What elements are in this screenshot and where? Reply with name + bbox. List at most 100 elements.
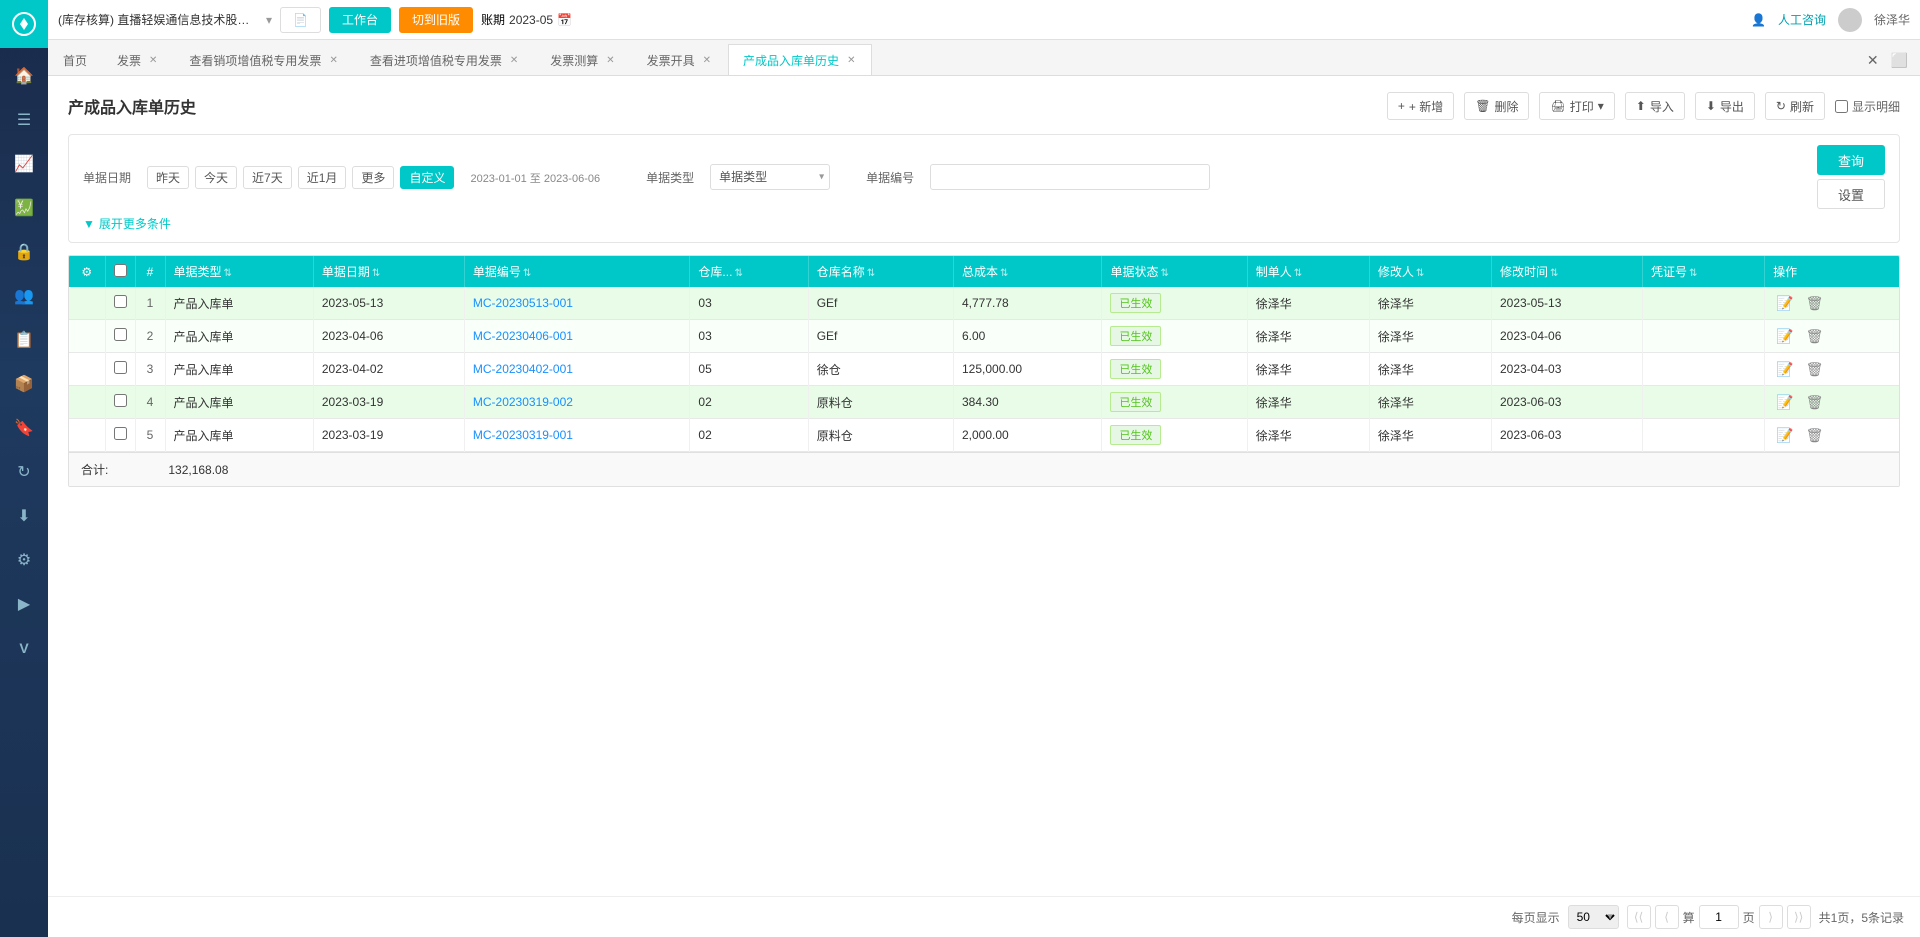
delete-row-icon[interactable]: 🗑 bbox=[1803, 294, 1827, 313]
sidebar-item-v[interactable]: V bbox=[0, 626, 48, 670]
tab-invoice-calc[interactable]: 发票测算 ✕ bbox=[535, 44, 631, 76]
col-warehouse-code[interactable]: 仓库...⇅ bbox=[690, 256, 808, 287]
set-button[interactable]: 设置 bbox=[1817, 179, 1885, 209]
date-7days-btn[interactable]: 近7天 bbox=[243, 166, 292, 189]
prev-page-btn[interactable]: ⟨ bbox=[1655, 905, 1679, 929]
row-checkbox[interactable] bbox=[114, 427, 127, 440]
calendar-icon[interactable]: 📅 bbox=[557, 13, 572, 27]
doc-template-button[interactable]: 📄 bbox=[280, 7, 321, 33]
tab-sales-vat-close[interactable]: ✕ bbox=[327, 54, 339, 67]
tab-invoice-open-close[interactable]: ✕ bbox=[701, 54, 713, 67]
col-warehouse-name[interactable]: 仓库名称⇅ bbox=[808, 256, 953, 287]
number-input[interactable] bbox=[930, 164, 1210, 190]
tab-expand-icon[interactable]: ⬜ bbox=[1887, 50, 1912, 71]
sidebar-item-list[interactable]: ☰ bbox=[0, 98, 48, 142]
table-row[interactable]: 2 产品入库单 2023-04-06 MC-20230406-001 03 GE… bbox=[69, 320, 1899, 353]
workbench-button[interactable]: 工作台 bbox=[329, 7, 391, 33]
col-modify-time[interactable]: 修改时间⇅ bbox=[1491, 256, 1642, 287]
row-number-cell[interactable]: MC-20230319-002 bbox=[464, 386, 690, 419]
tab-sales-vat[interactable]: 查看销项增值税专用发票 ✕ bbox=[174, 44, 354, 76]
date-more-btn[interactable]: 更多 bbox=[352, 166, 394, 189]
switch-old-button[interactable]: 切到旧版 bbox=[399, 7, 473, 33]
row-checkbox[interactable] bbox=[114, 295, 127, 308]
sidebar-item-tag[interactable]: 🔖 bbox=[0, 406, 48, 450]
col-modifier[interactable]: 修改人⇅ bbox=[1369, 256, 1491, 287]
next-page-btn[interactable]: ⟩ bbox=[1759, 905, 1783, 929]
edit-icon[interactable]: 📝 bbox=[1773, 360, 1796, 379]
export-button[interactable]: ⬇ 导出 bbox=[1695, 92, 1755, 120]
date-1month-btn[interactable]: 近1月 bbox=[298, 166, 347, 189]
row-number-cell[interactable]: MC-20230406-001 bbox=[464, 320, 690, 353]
col-creator[interactable]: 制单人⇅ bbox=[1247, 256, 1369, 287]
row-number-cell[interactable]: MC-20230513-001 bbox=[464, 287, 690, 320]
col-date[interactable]: 单据日期⇅ bbox=[313, 256, 464, 287]
edit-icon[interactable]: 📝 bbox=[1773, 393, 1796, 412]
row-checkbox[interactable] bbox=[114, 394, 127, 407]
row-number-link[interactable]: MC-20230406-001 bbox=[473, 329, 573, 343]
delete-row-icon[interactable]: 🗑 bbox=[1803, 393, 1827, 412]
sidebar-item-home[interactable]: 🏠 bbox=[0, 54, 48, 98]
edit-icon[interactable]: 📝 bbox=[1773, 327, 1796, 346]
user-name[interactable]: 徐泽华 bbox=[1874, 11, 1910, 28]
select-all-checkbox[interactable] bbox=[114, 264, 127, 277]
row-checkbox[interactable] bbox=[114, 328, 127, 341]
page-number-input[interactable] bbox=[1699, 905, 1739, 929]
page-size-select[interactable]: 20 50 100 bbox=[1568, 905, 1619, 929]
row-number-link[interactable]: MC-20230319-002 bbox=[473, 395, 573, 409]
sidebar-item-download[interactable]: ⬇ bbox=[0, 494, 48, 538]
delete-row-icon[interactable]: 🗑 bbox=[1803, 426, 1827, 445]
sidebar-item-play[interactable]: ▶ bbox=[0, 582, 48, 626]
show-detail-checkbox[interactable] bbox=[1835, 100, 1848, 113]
tab-purchase-vat[interactable]: 查看进项增值税专用发票 ✕ bbox=[355, 44, 535, 76]
tab-purchase-vat-close[interactable]: ✕ bbox=[508, 54, 520, 67]
refresh-button[interactable]: ↻ 刷新 bbox=[1765, 92, 1825, 120]
date-custom-btn[interactable]: 自定义 bbox=[400, 166, 454, 189]
first-page-btn[interactable]: ⟨⟨ bbox=[1627, 905, 1651, 929]
delete-row-icon[interactable]: 🗑 bbox=[1803, 360, 1827, 379]
row-number-link[interactable]: MC-20230402-001 bbox=[473, 362, 573, 376]
chevron-down-icon[interactable]: ▾ bbox=[266, 13, 272, 27]
sidebar-item-invoice[interactable]: 📋 bbox=[0, 318, 48, 362]
date-yesterday-btn[interactable]: 昨天 bbox=[147, 166, 189, 189]
table-row[interactable]: 4 产品入库单 2023-03-19 MC-20230319-002 02 原料… bbox=[69, 386, 1899, 419]
row-number-cell[interactable]: MC-20230319-001 bbox=[464, 419, 690, 452]
table-row[interactable]: 5 产品入库单 2023-03-19 MC-20230319-001 02 原料… bbox=[69, 419, 1899, 452]
row-checkbox[interactable] bbox=[114, 361, 127, 374]
print-button[interactable]: 🖨 打印 ▾ bbox=[1539, 92, 1614, 120]
expand-conditions-btn[interactable]: ▼ 展开更多条件 bbox=[83, 215, 171, 232]
type-select[interactable]: 单据类型 bbox=[710, 164, 830, 190]
new-button[interactable]: + + 新增 bbox=[1387, 92, 1454, 120]
sidebar-item-finance[interactable]: 💹 bbox=[0, 186, 48, 230]
delete-row-icon[interactable]: 🗑 bbox=[1803, 327, 1827, 346]
edit-icon[interactable]: 📝 bbox=[1773, 294, 1796, 313]
col-voucher[interactable]: 凭证号⇅ bbox=[1643, 256, 1765, 287]
col-settings[interactable]: ⚙ bbox=[69, 256, 105, 287]
tab-invoice-calc-close[interactable]: ✕ bbox=[604, 54, 616, 67]
sidebar-item-chart[interactable]: 📈 bbox=[0, 142, 48, 186]
edit-icon[interactable]: 📝 bbox=[1773, 426, 1796, 445]
col-number[interactable]: 单据编号⇅ bbox=[464, 256, 690, 287]
row-number-cell[interactable]: MC-20230402-001 bbox=[464, 353, 690, 386]
query-button[interactable]: 查询 bbox=[1817, 145, 1885, 175]
delete-button[interactable]: 🗑 删除 bbox=[1464, 92, 1529, 120]
tab-invoice-open[interactable]: 发票开具 ✕ bbox=[632, 44, 728, 76]
show-detail-toggle[interactable]: 显示明细 bbox=[1835, 98, 1900, 115]
sidebar-item-sync[interactable]: ↻ bbox=[0, 450, 48, 494]
tab-invoice-close[interactable]: ✕ bbox=[147, 54, 159, 67]
tab-home[interactable]: 首页 bbox=[48, 44, 102, 76]
tab-close-all-icon[interactable]: ✕ bbox=[1863, 50, 1883, 71]
help-label[interactable]: 人工咨询 bbox=[1778, 11, 1826, 28]
row-number-link[interactable]: MC-20230513-001 bbox=[473, 296, 573, 310]
date-today-btn[interactable]: 今天 bbox=[195, 166, 237, 189]
sidebar-item-settings[interactable]: ⚙ bbox=[0, 538, 48, 582]
col-total-cost[interactable]: 总成本⇅ bbox=[953, 256, 1101, 287]
row-number-link[interactable]: MC-20230319-001 bbox=[473, 428, 573, 442]
table-row[interactable]: 1 产品入库单 2023-05-13 MC-20230513-001 03 GE… bbox=[69, 287, 1899, 320]
import-button[interactable]: ⬆ 导入 bbox=[1625, 92, 1685, 120]
last-page-btn[interactable]: ⟩⟩ bbox=[1787, 905, 1811, 929]
sidebar-item-lock[interactable]: 🔒 bbox=[0, 230, 48, 274]
tab-invoice[interactable]: 发票 ✕ bbox=[102, 44, 174, 76]
tab-product-in-close[interactable]: ✕ bbox=[845, 54, 857, 67]
sidebar-item-people[interactable]: 👥 bbox=[0, 274, 48, 318]
col-type[interactable]: 单据类型⇅ bbox=[165, 256, 313, 287]
